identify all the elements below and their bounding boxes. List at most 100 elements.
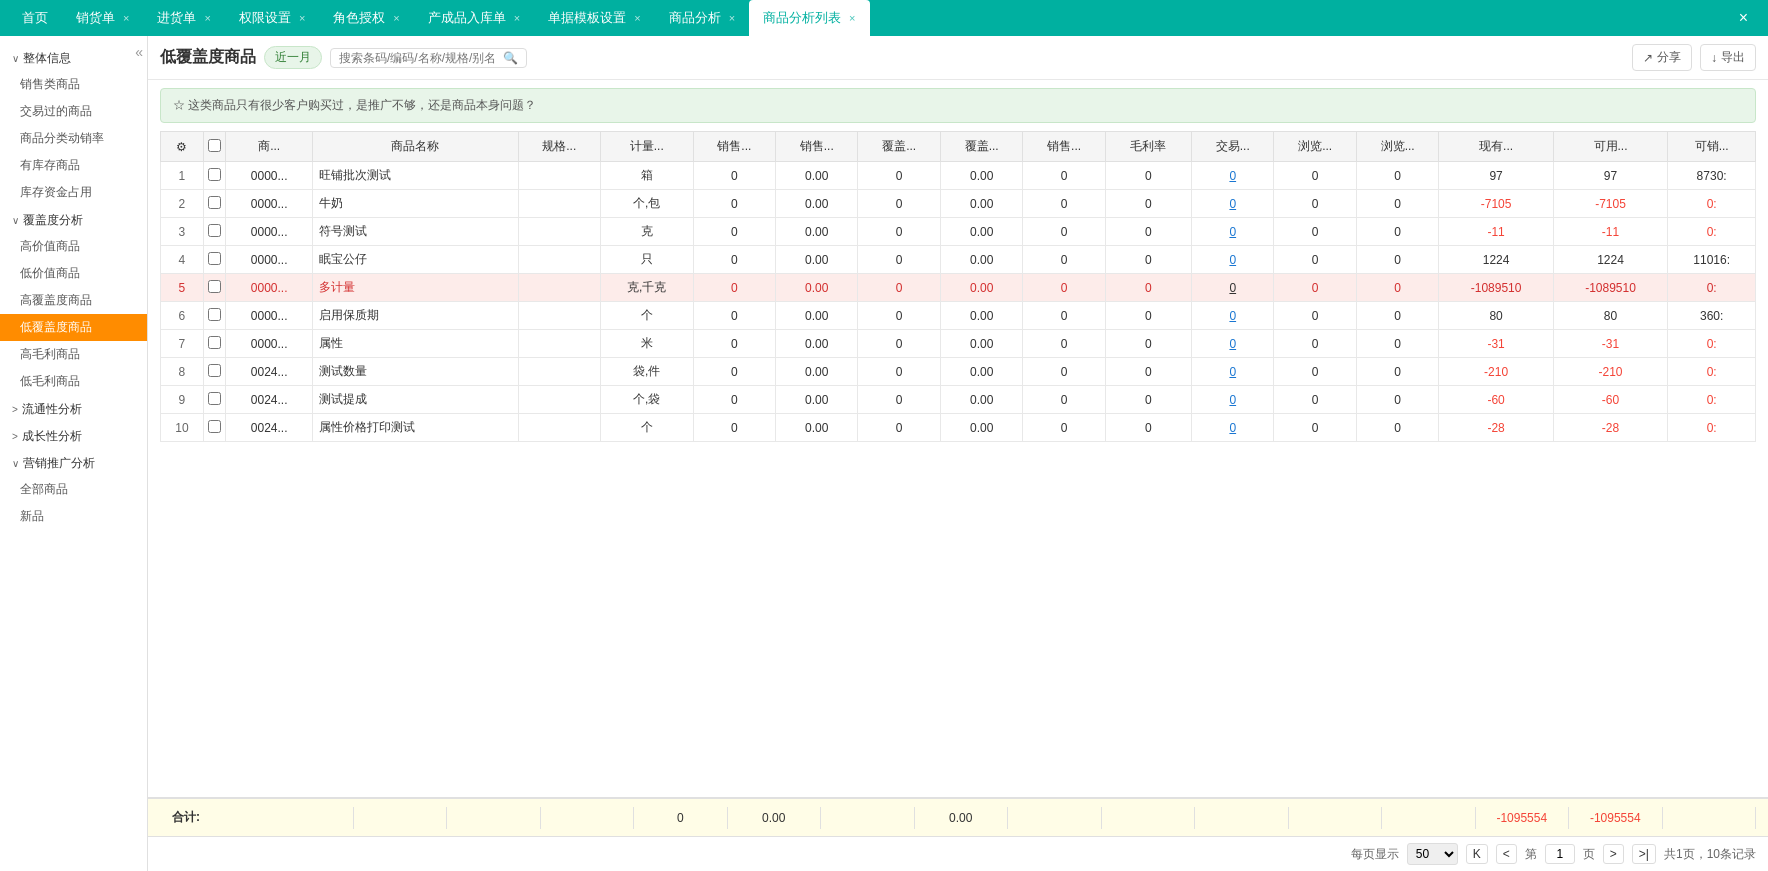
row-checkbox-input[interactable] xyxy=(208,280,221,293)
col-cover2[interactable]: 覆盖... xyxy=(940,132,1022,162)
col-browse2[interactable]: 浏览... xyxy=(1356,132,1438,162)
row-product-name[interactable]: 旺铺批次测试 xyxy=(313,162,518,190)
close-icon[interactable]: × xyxy=(204,0,210,36)
row-checkbox-input[interactable] xyxy=(208,364,221,377)
sidebar-flow-analysis[interactable]: > 流通性分析 xyxy=(0,395,147,422)
row-checkbox[interactable] xyxy=(203,246,225,274)
col-browse1[interactable]: 浏览... xyxy=(1274,132,1356,162)
first-page-button[interactable]: K xyxy=(1466,844,1488,864)
col-available[interactable]: 可用... xyxy=(1553,132,1667,162)
prev-page-button[interactable]: < xyxy=(1496,844,1517,864)
row-product-name[interactable]: 启用保质期 xyxy=(313,302,518,330)
col-settings[interactable]: ⚙ xyxy=(161,132,204,162)
row-trade[interactable]: 0 xyxy=(1192,302,1274,330)
sidebar-item-low-coverage[interactable]: 低覆盖度商品 xyxy=(0,314,147,341)
sidebar-item-all-goods[interactable]: 全部商品 xyxy=(0,476,147,503)
row-checkbox[interactable] xyxy=(203,330,225,358)
row-product-name[interactable]: 多计量 xyxy=(313,274,518,302)
row-checkbox-input[interactable] xyxy=(208,196,221,209)
sidebar-general-info[interactable]: ∨ 整体信息 xyxy=(0,44,147,71)
close-icon[interactable]: × xyxy=(634,0,640,36)
row-checkbox-input[interactable] xyxy=(208,308,221,321)
row-product-name[interactable]: 属性价格打印测试 xyxy=(313,414,518,442)
sidebar-item-high-margin[interactable]: 高毛利商品 xyxy=(0,341,147,368)
row-trade[interactable]: 0 xyxy=(1192,274,1274,302)
search-input[interactable] xyxy=(339,51,499,65)
window-close-button[interactable]: × xyxy=(1727,9,1760,27)
col-spec[interactable]: 规格... xyxy=(518,132,600,162)
export-button[interactable]: ↓ 导出 xyxy=(1700,44,1756,71)
col-name[interactable]: 商品名称 xyxy=(313,132,518,162)
sidebar-item-low-margin[interactable]: 低毛利商品 xyxy=(0,368,147,395)
row-checkbox[interactable] xyxy=(203,190,225,218)
close-icon[interactable]: × xyxy=(393,0,399,36)
nav-product-analysis[interactable]: 商品分析 × xyxy=(655,0,749,36)
col-sales2[interactable]: 销售... xyxy=(776,132,858,162)
close-icon[interactable]: × xyxy=(849,0,855,36)
row-checkbox[interactable] xyxy=(203,302,225,330)
sidebar-item-new-goods[interactable]: 新品 xyxy=(0,503,147,530)
close-icon[interactable]: × xyxy=(514,0,520,36)
row-trade[interactable]: 0 xyxy=(1192,330,1274,358)
row-product-name[interactable]: 属性 xyxy=(313,330,518,358)
row-checkbox[interactable] xyxy=(203,358,225,386)
sidebar-item-category-rate[interactable]: 商品分类动销率 xyxy=(0,125,147,152)
nav-permission[interactable]: 权限设置 × xyxy=(225,0,319,36)
sidebar-item-stock-capital[interactable]: 库存资金占用 xyxy=(0,179,147,206)
col-current[interactable]: 现有... xyxy=(1439,132,1553,162)
sidebar-item-sales-goods[interactable]: 销售类商品 xyxy=(0,71,147,98)
nav-purchase-order[interactable]: 进货单 × xyxy=(143,0,224,36)
sidebar-promotion-analysis[interactable]: ∨ 营销推广分析 xyxy=(0,449,147,476)
page-number-input[interactable] xyxy=(1545,844,1575,864)
row-checkbox[interactable] xyxy=(203,274,225,302)
per-page-select[interactable]: 50 100 200 xyxy=(1407,843,1458,865)
sidebar-coverage-analysis[interactable]: ∨ 覆盖度分析 xyxy=(0,206,147,233)
sidebar-item-high-coverage[interactable]: 高覆盖度商品 xyxy=(0,287,147,314)
nav-sales-order[interactable]: 销货单 × xyxy=(62,0,143,36)
col-sales1[interactable]: 销售... xyxy=(693,132,775,162)
col-unit[interactable]: 计量... xyxy=(600,132,693,162)
col-gross-margin[interactable]: 毛利率 xyxy=(1105,132,1191,162)
col-cover1[interactable]: 覆盖... xyxy=(858,132,940,162)
data-table-wrapper[interactable]: ⚙ 商... 商品名称 规格... 计量... 销售... 销售... 覆盖..… xyxy=(160,131,1756,797)
row-checkbox-input[interactable] xyxy=(208,392,221,405)
sidebar-growth-analysis[interactable]: > 成长性分析 xyxy=(0,422,147,449)
row-checkbox[interactable] xyxy=(203,414,225,442)
row-checkbox-input[interactable] xyxy=(208,336,221,349)
nav-template-settings[interactable]: 单据模板设置 × xyxy=(534,0,654,36)
row-checkbox-input[interactable] xyxy=(208,252,221,265)
nav-product-analysis-list[interactable]: 商品分析列表 × xyxy=(749,0,869,36)
search-icon[interactable]: 🔍 xyxy=(503,51,518,65)
sidebar-item-low-value[interactable]: 低价值商品 xyxy=(0,260,147,287)
row-checkbox[interactable] xyxy=(203,162,225,190)
row-checkbox-input[interactable] xyxy=(208,224,221,237)
nav-home[interactable]: 首页 xyxy=(8,0,62,36)
row-trade[interactable]: 0 xyxy=(1192,190,1274,218)
close-icon[interactable]: × xyxy=(729,0,735,36)
row-checkbox-input[interactable] xyxy=(208,168,221,181)
row-trade[interactable]: 0 xyxy=(1192,218,1274,246)
row-trade[interactable]: 0 xyxy=(1192,246,1274,274)
col-trade[interactable]: 交易... xyxy=(1192,132,1274,162)
row-checkbox[interactable] xyxy=(203,386,225,414)
share-button[interactable]: ↗ 分享 xyxy=(1632,44,1692,71)
row-trade[interactable]: 0 xyxy=(1192,414,1274,442)
row-product-name[interactable]: 测试提成 xyxy=(313,386,518,414)
row-product-name[interactable]: 牛奶 xyxy=(313,190,518,218)
sidebar-collapse-button[interactable]: « xyxy=(135,44,143,60)
row-trade[interactable]: 0 xyxy=(1192,358,1274,386)
row-checkbox[interactable] xyxy=(203,218,225,246)
last-page-button[interactable]: >| xyxy=(1632,844,1656,864)
col-sales3[interactable]: 销售... xyxy=(1023,132,1105,162)
nav-product-inbound[interactable]: 产成品入库单 × xyxy=(414,0,534,36)
sidebar-item-high-value[interactable]: 高价值商品 xyxy=(0,233,147,260)
row-trade[interactable]: 0 xyxy=(1192,386,1274,414)
row-product-name[interactable]: 眠宝公仔 xyxy=(313,246,518,274)
close-icon[interactable]: × xyxy=(123,0,129,36)
sidebar-item-in-stock[interactable]: 有库存商品 xyxy=(0,152,147,179)
nav-role-auth[interactable]: 角色授权 × xyxy=(319,0,413,36)
row-product-name[interactable]: 测试数量 xyxy=(313,358,518,386)
date-filter-button[interactable]: 近一月 xyxy=(264,46,322,69)
col-code[interactable]: 商... xyxy=(225,132,313,162)
row-trade[interactable]: 0 xyxy=(1192,162,1274,190)
